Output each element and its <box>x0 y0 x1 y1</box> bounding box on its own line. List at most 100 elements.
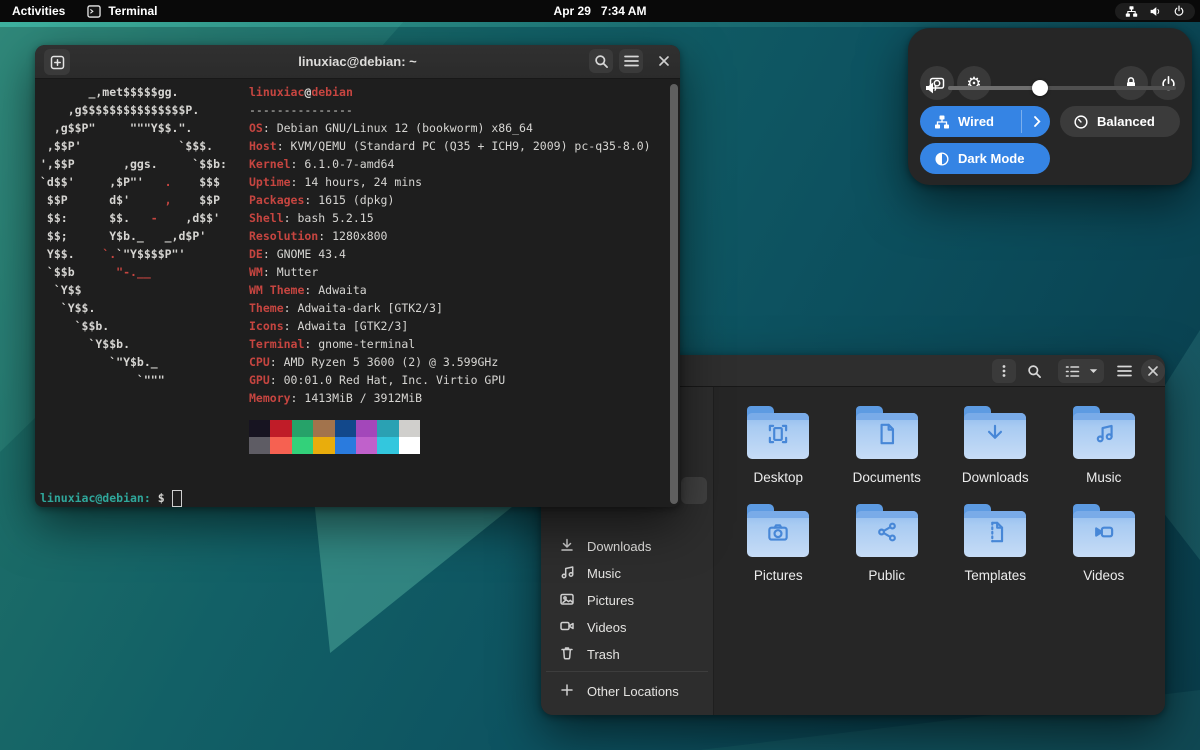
new-tab-button[interactable] <box>44 49 70 75</box>
ascii-art-line: Y$$. `.`"Y$$$$P"' <box>40 247 186 261</box>
power-profile-toggle[interactable]: Balanced <box>1060 106 1180 137</box>
palette-swatch <box>249 420 271 437</box>
ascii-art-line: ',$$P ,ggs. `$$b: <box>40 157 227 171</box>
folder-label: Public <box>868 568 906 583</box>
new-tab-icon <box>50 55 64 69</box>
folder-templates[interactable]: Templates <box>941 503 1050 601</box>
terminal-title: linuxiac@debian: ~ <box>298 54 417 69</box>
clock-date: Apr 29 <box>553 4 591 18</box>
palette-swatch <box>313 420 335 437</box>
lock-button[interactable] <box>1114 66 1148 100</box>
close-icon[interactable] <box>652 49 676 73</box>
folder-icon <box>964 406 1027 459</box>
sidebar-item-label: Videos <box>587 619 627 635</box>
ascii-art-line: `d$$' ,$P"' . $$$ <box>40 175 221 189</box>
ascii-art-line: `$$b "-.__ <box>40 265 151 279</box>
volume-slider[interactable] <box>948 80 1176 96</box>
sysinfo-row: CPU: AMD Ryzen 5 3600 (2) @ 3.599GHz <box>249 355 499 369</box>
sidebar-item-label: Music <box>587 565 621 581</box>
folder-pictures[interactable]: Pictures <box>724 503 833 601</box>
video-icon <box>559 618 575 637</box>
prompt-user-host: linuxiac@debian: <box>40 491 151 505</box>
sysinfo-row: Resolution: 1280x800 <box>249 229 388 243</box>
palette-swatch <box>270 420 292 437</box>
shell-prompt: linuxiac@debian: $ <box>40 489 182 507</box>
sysinfo-row: DE: GNOME 43.4 <box>249 247 346 261</box>
ascii-art-line: `Y$$b. <box>40 337 131 351</box>
network-wired-icon <box>935 115 949 128</box>
volume-slider-fill <box>948 86 1040 90</box>
document-emblem-icon <box>874 421 900 452</box>
wired-split-divider <box>1021 110 1022 133</box>
palette-swatch <box>291 420 314 437</box>
files-content[interactable]: Desktop Documents Downloads Music Pictures Pu… <box>714 387 1165 715</box>
clock[interactable]: Apr 29 7:34 AM <box>554 4 647 18</box>
sysinfo-row: Host: KVM/QEMU (Standard PC (Q35 + ICH9,… <box>249 139 651 153</box>
hamburger-menu-icon[interactable] <box>1112 359 1136 383</box>
terminal-scrollbar[interactable] <box>670 84 678 504</box>
palette-row <box>249 420 421 437</box>
folder-downloads[interactable]: Downloads <box>941 405 1050 503</box>
folder-videos[interactable]: Videos <box>1050 503 1159 601</box>
close-icon[interactable] <box>1141 359 1165 383</box>
palette-row <box>249 437 421 454</box>
camera-emblem-icon <box>765 519 791 550</box>
ascii-art-line: `$$b. <box>40 319 110 333</box>
hamburger-menu-icon[interactable] <box>619 49 643 73</box>
sidebar-selected-item-partial[interactable] <box>681 477 707 504</box>
settings-button[interactable]: ⚙ <box>957 66 991 100</box>
wired-toggle[interactable]: Wired <box>920 106 1050 137</box>
sidebar-item-downloads[interactable]: Downloads <box>549 533 705 559</box>
folder-icon <box>964 504 1027 557</box>
sysinfo-row: Theme: Adwaita-dark [GTK2/3] <box>249 301 443 315</box>
ascii-art-line: ,g$$$$$$$$$$$$$$$P. <box>40 103 200 117</box>
view-toggle-button[interactable] <box>1058 359 1104 383</box>
folder-desktop[interactable]: Desktop <box>724 405 833 503</box>
sysinfo-row: Packages: 1615 (dpkg) <box>249 193 395 207</box>
sidebar-item-trash[interactable]: Trash <box>549 641 705 667</box>
dark-mode-toggle[interactable]: Dark Mode <box>920 143 1050 174</box>
folder-label: Documents <box>852 470 921 485</box>
folder-public[interactable]: Public <box>833 503 942 601</box>
folder-icon <box>855 406 918 459</box>
sysinfo-row: OS: Debian GNU/Linux 12 (bookworm) x86_6… <box>249 121 533 135</box>
power-button[interactable] <box>1151 66 1185 100</box>
volume-icon <box>1149 5 1162 18</box>
sysinfo-title: linuxiac@debian <box>249 85 353 99</box>
volume-slider-knob[interactable] <box>1032 80 1048 96</box>
folder-documents[interactable]: Documents <box>833 405 942 503</box>
search-icon[interactable] <box>1022 359 1046 383</box>
image-icon <box>559 591 575 610</box>
list-view-icon <box>1065 365 1079 377</box>
sysinfo-row: WM Theme: Adwaita <box>249 283 367 297</box>
plus-icon <box>559 682 575 701</box>
terminal-headerbar: linuxiac@debian: ~ <box>35 45 680 79</box>
music-note-icon <box>559 564 575 583</box>
app-name: Terminal <box>108 4 158 18</box>
terminal-screen[interactable]: _,met$$$$$gg. ,g$$$$$$$$$$$$$$$P. ,g$$P"… <box>35 79 680 507</box>
folder-music[interactable]: Music <box>1050 405 1159 503</box>
terminal-color-palette <box>249 420 421 454</box>
power-icon <box>1173 5 1185 17</box>
sidebar-item-pictures[interactable]: Pictures <box>549 587 705 613</box>
palette-swatch <box>313 437 335 454</box>
palette-swatch <box>291 437 314 454</box>
folder-label: Music <box>1086 470 1122 485</box>
ascii-art-line: $$; Y$b._ _,d$P' <box>40 229 207 243</box>
volume-low-button[interactable] <box>924 80 940 96</box>
kebab-menu-icon[interactable] <box>992 359 1016 383</box>
palette-swatch <box>334 420 356 437</box>
folder-icon <box>747 406 810 459</box>
sidebar-item-other-locations[interactable]: Other Locations <box>549 678 705 704</box>
clock-time: 7:34 AM <box>600 4 647 18</box>
palette-swatch <box>334 437 356 454</box>
sidebar-item-videos[interactable]: Videos <box>549 614 705 640</box>
system-tray[interactable] <box>1115 2 1195 20</box>
wired-expand-button[interactable] <box>1034 116 1041 127</box>
desktop: Downloads Music Pictures Videos Trash Other L… <box>0 0 1200 750</box>
activities-button[interactable]: Activities <box>12 4 65 18</box>
search-icon[interactable] <box>589 49 613 73</box>
sidebar-item-music[interactable]: Music <box>549 560 705 586</box>
focused-app-menu[interactable]: Terminal <box>87 4 157 18</box>
folder-icon <box>1072 504 1135 557</box>
